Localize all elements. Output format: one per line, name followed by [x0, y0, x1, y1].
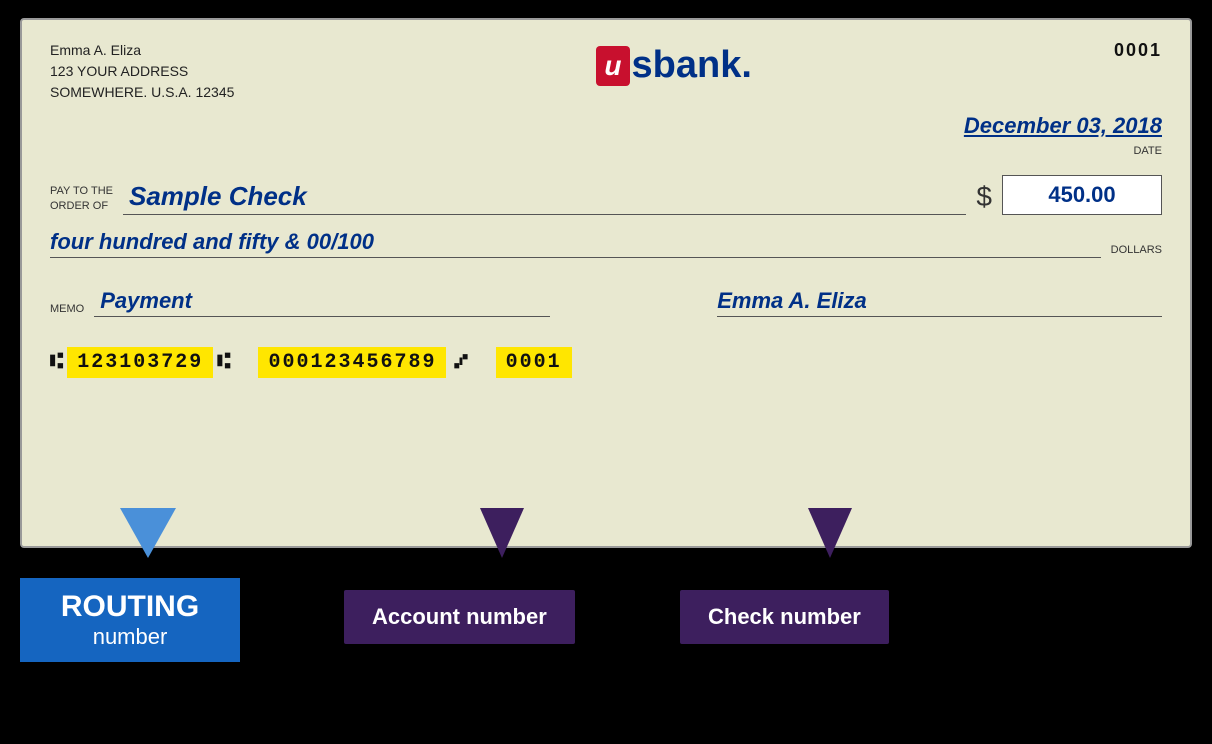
micr-sym-eq: ⑇: [454, 350, 467, 375]
memo-value: Payment: [94, 288, 192, 313]
routing-sub: number: [40, 624, 220, 650]
date-row: December 03, 2018 DATE: [50, 113, 1162, 159]
date-label: DATE: [1133, 145, 1162, 157]
logo-bank-word: bank: [653, 44, 742, 86]
check-wrapper: Emma A. Eliza 123 YOUR ADDRESS SOMEWHERE…: [0, 0, 1212, 548]
address-line1: 123 YOUR ADDRESS: [50, 61, 234, 82]
memo-line: Payment: [94, 288, 550, 317]
micr-sym-close: ⑆: [217, 350, 230, 375]
micr-sym-open: ⑆: [50, 350, 63, 375]
account-arrow: [480, 508, 524, 558]
check-number-top: 0001: [1114, 40, 1162, 61]
memo-section: MEMO Payment: [50, 288, 550, 317]
account-label-text: Account number: [372, 604, 547, 629]
payee-line: Sample Check: [123, 181, 966, 215]
routing-title: ROUTING: [40, 590, 220, 624]
pay-to-row: PAY TO THEORDER OF Sample Check $ 450.00: [50, 175, 1162, 215]
check-number-arrow: [808, 508, 852, 558]
routing-label-box: ROUTING number: [20, 578, 240, 662]
routing-number-highlight: 123103729: [67, 347, 213, 378]
check: Emma A. Eliza 123 YOUR ADDRESS SOMEWHERE…: [20, 18, 1192, 548]
logo-dot: .: [741, 44, 752, 86]
address-line2: SOMEWHERE. U.S.A. 12345: [50, 82, 234, 103]
owner-name: Emma A. Eliza: [50, 40, 234, 61]
date-value: December 03, 2018: [964, 113, 1162, 139]
date-section: December 03, 2018 DATE: [964, 113, 1162, 159]
signature-section: Emma A. Eliza: [717, 288, 1162, 317]
micr-row: ⑆ 123103729 ⑆ 000123456789 ⑇ 0001: [50, 347, 1162, 378]
logo-bank-text: sbank.: [632, 44, 752, 87]
check-label-box: Check number: [680, 590, 889, 644]
amount-words-line: four hundred and fifty & 00/100: [50, 229, 1101, 258]
dollars-label: DOLLARS: [1101, 244, 1162, 258]
routing-arrow: [120, 508, 176, 558]
pay-to-label: PAY TO THEORDER OF: [50, 184, 113, 215]
dollar-sign: $: [976, 181, 992, 215]
amount-words: four hundred and fifty & 00/100: [50, 229, 374, 254]
amount-words-row: four hundred and fifty & 00/100 DOLLARS: [50, 229, 1162, 258]
bottom-section: ROUTING number Account number Check numb…: [0, 548, 1212, 744]
owner-info: Emma A. Eliza 123 YOUR ADDRESS SOMEWHERE…: [50, 40, 234, 103]
amount-box: 450.00: [1002, 175, 1162, 215]
memo-sig-row: MEMO Payment Emma A. Eliza: [50, 288, 1162, 317]
payee-name: Sample Check: [123, 181, 307, 211]
account-label-box: Account number: [344, 590, 575, 644]
logo-u-letter: u: [596, 46, 629, 86]
account-number-highlight: 000123456789: [258, 347, 446, 378]
memo-label: MEMO: [50, 303, 84, 317]
bank-logo: u sbank.: [596, 44, 752, 87]
signature-value: Emma A. Eliza: [717, 288, 867, 313]
check-number-highlight: 0001: [496, 347, 572, 378]
check-label-text: Check number: [708, 604, 861, 629]
check-top-row: Emma A. Eliza 123 YOUR ADDRESS SOMEWHERE…: [50, 40, 1162, 103]
